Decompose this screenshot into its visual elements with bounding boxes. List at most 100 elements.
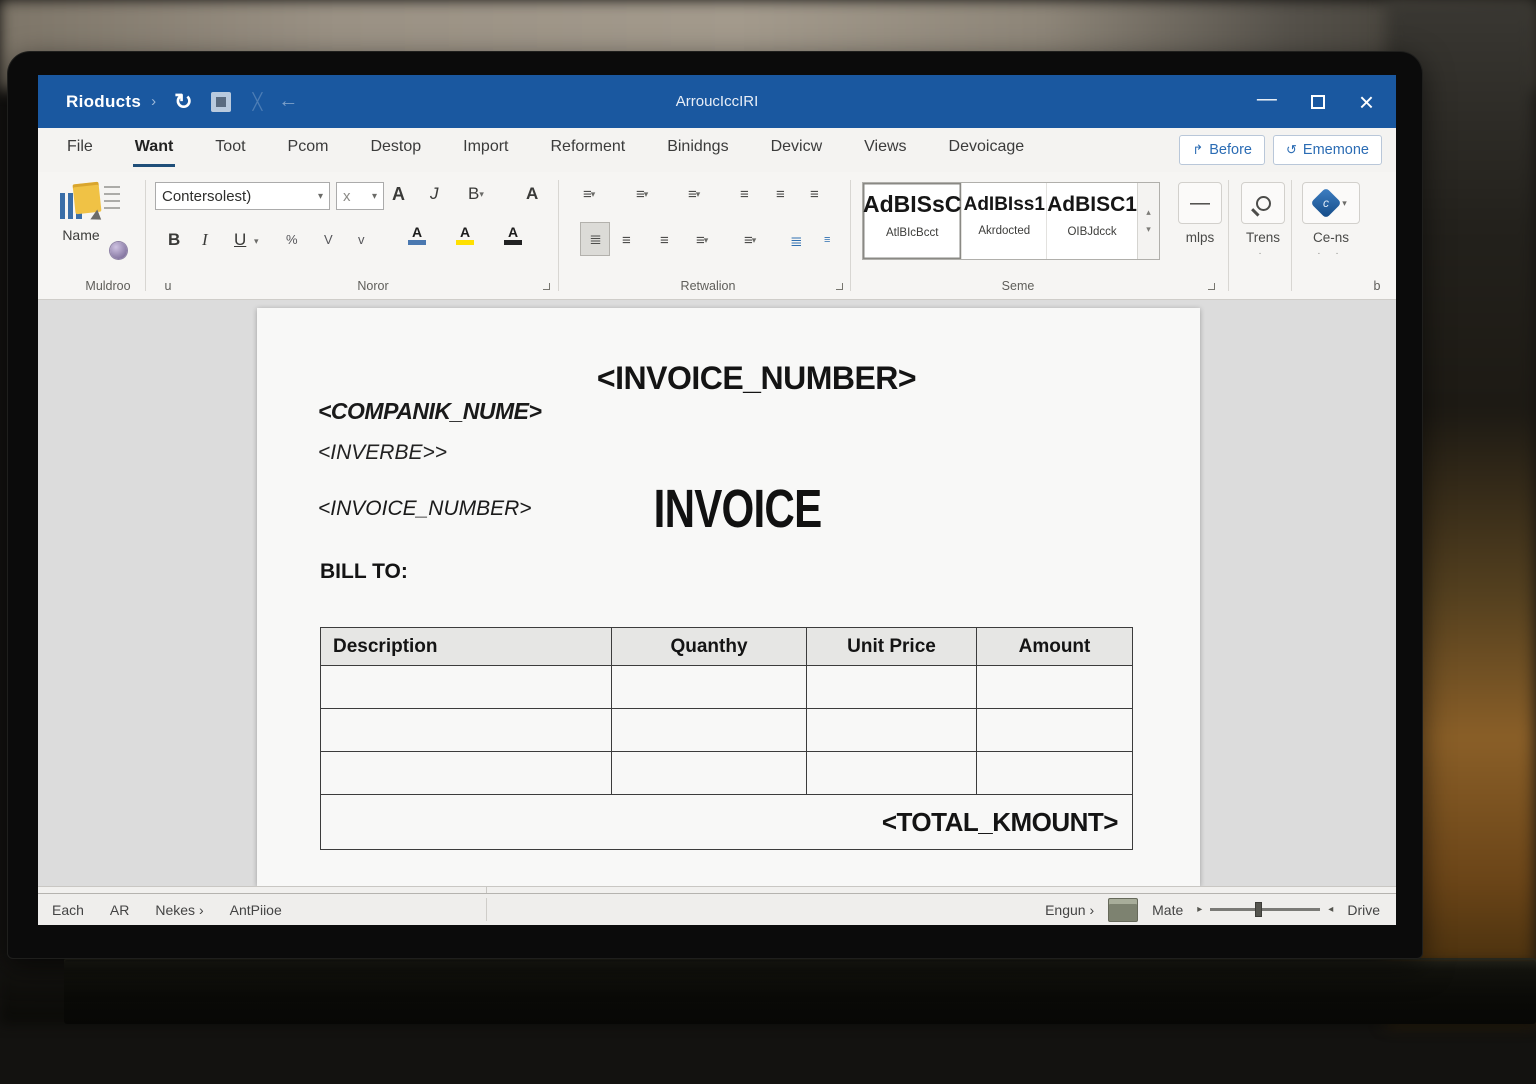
maximize-button[interactable] bbox=[1311, 95, 1325, 109]
table-cell[interactable] bbox=[977, 709, 1133, 752]
align-right-button[interactable]: ≡ ▾ bbox=[696, 232, 707, 249]
borders-button[interactable]: ≡ bbox=[824, 234, 829, 246]
trens-button[interactable] bbox=[1241, 182, 1285, 224]
paragraph-dialog-launcher[interactable] bbox=[836, 283, 843, 290]
menu-item-want[interactable]: Want bbox=[133, 134, 176, 167]
style-item[interactable]: AdBISsC AtlBIcBcct bbox=[863, 183, 962, 259]
chevron-down-icon[interactable]: ▾ bbox=[254, 236, 259, 247]
table-cell[interactable] bbox=[807, 666, 977, 709]
cens-button[interactable]: c ▾ bbox=[1302, 182, 1360, 224]
line-spacing-button[interactable]: ≡ ▾ bbox=[744, 232, 755, 249]
font-dialog-launcher[interactable] bbox=[543, 283, 550, 290]
zoom-slider[interactable] bbox=[1210, 908, 1320, 911]
invoice-table[interactable]: DescriptionQuanthyUnit PriceAmount<TOTAL… bbox=[320, 627, 1133, 850]
styles-scroll[interactable]: ▴ ▾ bbox=[1137, 183, 1159, 259]
statusbar: Each AR Nekes › AntPiioe Engun › Mate ▸ ◂ D… bbox=[38, 893, 1396, 925]
change-case-button[interactable]: B ▾ bbox=[468, 184, 484, 204]
table-cell[interactable] bbox=[321, 709, 612, 752]
sort-button[interactable]: ≡ bbox=[810, 186, 818, 203]
inverbe-placeholder[interactable]: <INVERBE>> bbox=[318, 441, 447, 465]
zoom-out-icon[interactable]: ▸ bbox=[1197, 904, 1202, 915]
back-arrow-icon[interactable]: ← bbox=[278, 90, 298, 113]
laptop-bezel: Rioducts › ↻ ╳ ← ArroucIccIRI — × FileWa… bbox=[8, 52, 1422, 958]
grow-font-button[interactable]: A bbox=[392, 184, 405, 205]
mips-button[interactable]: — bbox=[1178, 182, 1222, 224]
minimize-button[interactable]: — bbox=[1257, 89, 1277, 115]
menu-item-devoicage[interactable]: Devoicage bbox=[947, 134, 1027, 167]
table-cell[interactable] bbox=[977, 666, 1133, 709]
status-item[interactable]: Nekes › bbox=[155, 902, 203, 918]
shading-button[interactable]: ≣ bbox=[790, 232, 802, 250]
superscript-button[interactable]: v bbox=[358, 232, 365, 247]
menu-item-binidngs[interactable]: Binidngs bbox=[665, 134, 730, 167]
table-cell[interactable] bbox=[612, 666, 807, 709]
ememone-button[interactable]: ↺ Ememone bbox=[1273, 135, 1382, 165]
menu-item-destop[interactable]: Destop bbox=[368, 134, 423, 167]
scroll-down-icon[interactable]: ▾ bbox=[1146, 224, 1151, 235]
before-button[interactable]: ↱ Before bbox=[1179, 135, 1265, 165]
table-cell[interactable] bbox=[321, 752, 612, 795]
scroll-up-icon[interactable]: ▴ bbox=[1146, 207, 1151, 218]
menu-item-devicw[interactable]: Devicw bbox=[769, 134, 825, 167]
status-item[interactable]: AntPiioe bbox=[230, 902, 282, 918]
table-cell[interactable] bbox=[807, 709, 977, 752]
menu-item-views[interactable]: Views bbox=[862, 134, 908, 167]
italic-button[interactable]: I bbox=[202, 230, 208, 250]
bullets-button[interactable]: ≡ ▾ bbox=[583, 186, 594, 203]
highlight-color-button[interactable]: A bbox=[456, 224, 474, 245]
styles-dialog-launcher[interactable] bbox=[1208, 283, 1215, 290]
numbering-button[interactable]: ≡ ▾ bbox=[636, 186, 647, 203]
window-controls: — × bbox=[1257, 89, 1374, 115]
table-cell[interactable] bbox=[612, 709, 807, 752]
bold-button[interactable]: B bbox=[168, 230, 180, 250]
zoom-in-icon[interactable]: ◂ bbox=[1328, 904, 1333, 915]
page-view-icon[interactable] bbox=[1108, 898, 1138, 922]
menu-item-toot[interactable]: Toot bbox=[213, 134, 247, 167]
style-item[interactable]: AdBISC1 OIBJdcck bbox=[1047, 183, 1137, 259]
decrease-indent-button[interactable]: ≡ bbox=[740, 186, 748, 203]
menu-item-file[interactable]: File bbox=[65, 134, 95, 167]
align-center-button[interactable]: ≡ bbox=[660, 232, 668, 249]
menu-item-pcom[interactable]: Pcom bbox=[286, 134, 331, 167]
view-mode-label[interactable]: Mate bbox=[1152, 902, 1183, 918]
paste-button[interactable] bbox=[60, 183, 100, 223]
multilevel-list-button[interactable]: ≡ ▾ bbox=[688, 186, 699, 203]
subscript-button[interactable]: V bbox=[324, 232, 333, 247]
statusbar-divider bbox=[486, 898, 487, 921]
style-item[interactable]: AdIBIss1 Akrdocted bbox=[962, 183, 1047, 259]
table-cell[interactable] bbox=[977, 752, 1133, 795]
language-status[interactable]: Engun › bbox=[1045, 902, 1094, 918]
font-size-select[interactable]: x ▾ bbox=[336, 182, 384, 210]
close-button[interactable]: × bbox=[1359, 89, 1374, 115]
paragraph-group-label: Retwalion bbox=[648, 279, 768, 293]
strikethrough-button[interactable]: % bbox=[286, 232, 298, 247]
save-icon[interactable] bbox=[211, 92, 231, 112]
invoice-number-header-placeholder[interactable]: <INVOICE_NUMBER> bbox=[257, 360, 1200, 397]
document-page[interactable]: <INVOICE_NUMBER> <COMPANIK_NUME> <INVERB… bbox=[257, 308, 1200, 886]
status-item[interactable]: AR bbox=[110, 902, 129, 918]
menu-item-import[interactable]: Import bbox=[461, 134, 510, 167]
format-painter-icon[interactable] bbox=[110, 242, 127, 259]
shrink-font-button[interactable]: J bbox=[430, 184, 439, 204]
clear-formatting-button[interactable]: A bbox=[526, 184, 538, 204]
show-marks-button[interactable]: ≣ bbox=[580, 222, 610, 256]
menu-item-reforment[interactable]: Reforment bbox=[549, 134, 628, 167]
horizontal-scrollbar[interactable] bbox=[38, 886, 1396, 893]
font-name-select[interactable]: Contersolest) ▾ bbox=[155, 182, 330, 210]
align-left-button[interactable]: ≡ bbox=[622, 232, 630, 249]
paste-options-icon[interactable] bbox=[104, 186, 120, 214]
table-cell[interactable] bbox=[612, 752, 807, 795]
underline-button[interactable]: U bbox=[234, 230, 246, 250]
undo-redo-icon[interactable]: ↻ bbox=[174, 91, 192, 113]
total-amount-cell[interactable]: <TOTAL_KMOUNT> bbox=[321, 795, 1133, 850]
zoom-level-label[interactable]: Drive bbox=[1347, 902, 1380, 918]
status-item[interactable]: Each bbox=[52, 902, 84, 918]
table-cell[interactable] bbox=[807, 752, 977, 795]
increase-indent-button[interactable]: ≡ bbox=[776, 186, 784, 203]
table-cell[interactable] bbox=[321, 666, 612, 709]
company-name-placeholder[interactable]: <COMPANIK_NUME> bbox=[318, 398, 541, 425]
text-effects-button[interactable]: A bbox=[408, 224, 426, 245]
ribbon-corner-label: b bbox=[1363, 279, 1391, 293]
zoom-slider-handle[interactable] bbox=[1255, 902, 1262, 917]
font-color-button[interactable]: A bbox=[504, 224, 522, 245]
